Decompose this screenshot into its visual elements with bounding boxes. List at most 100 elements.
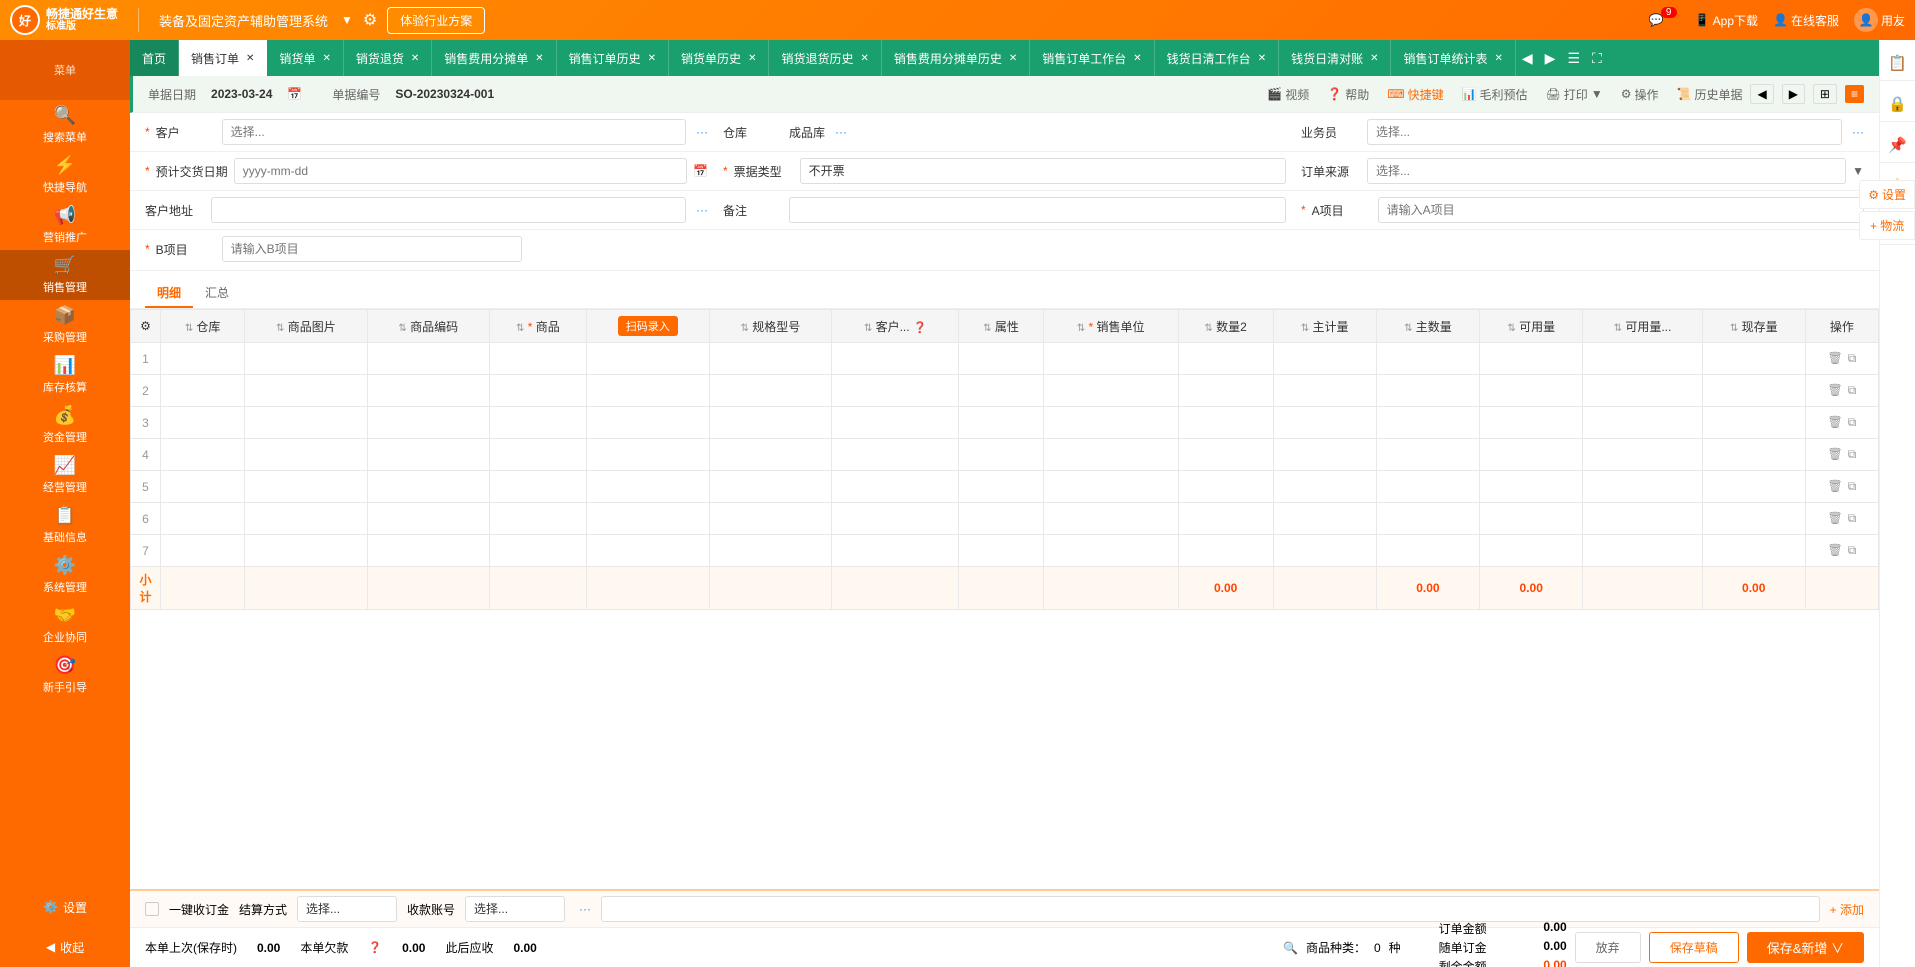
table-cell[interactable] [1376,439,1479,471]
table-cell[interactable] [1583,343,1702,375]
row-copy-btn[interactable]: ⧉ [1848,543,1857,557]
tab-prev-btn[interactable]: ◀ [1516,50,1539,67]
table-cell[interactable] [832,471,959,503]
row-delete-btn[interactable]: 🗑 [1828,543,1843,557]
table-cell[interactable] [959,471,1043,503]
sidebar-settings-btn[interactable]: ⚙️ 设置 [0,887,130,927]
table-cell[interactable] [1178,535,1273,567]
table-cell[interactable] [586,439,709,471]
table-cell[interactable] [1043,471,1178,503]
row-copy-btn[interactable]: ⧉ [1848,479,1857,493]
tab-detail[interactable]: 明细 [145,279,193,308]
table-cell[interactable] [1178,375,1273,407]
tab-cash-workbench-close[interactable]: ✕ [1258,53,1266,64]
table-cell[interactable] [489,535,586,567]
table-cell[interactable] [832,375,959,407]
table-cell[interactable] [1273,375,1376,407]
right-panel-btn-1[interactable]: 📋 [1880,45,1915,81]
tab-cash-reconcile[interactable]: 钱货日清对账 ✕ [1279,40,1391,76]
table-cell[interactable] [1043,375,1178,407]
table-cell[interactable] [586,503,709,535]
table-cell[interactable] [832,535,959,567]
sidebar-collapse-btn[interactable]: ◀ 收起 [0,927,130,967]
table-cell[interactable] [1702,471,1805,503]
tab-summary[interactable]: 汇总 [193,279,241,308]
row-copy-btn[interactable]: ⧉ [1848,351,1857,365]
row-copy-btn[interactable]: ⧉ [1848,511,1857,525]
table-cell[interactable] [1583,503,1702,535]
row-copy-btn[interactable]: ⧉ [1848,447,1857,461]
tab-order-workbench[interactable]: 销售订单工作台 ✕ [1030,40,1154,76]
table-row[interactable]: 1🗑⧉ [131,343,1879,375]
table-cell[interactable] [1376,407,1479,439]
right-panel-btn-3[interactable]: 📌 [1880,127,1915,163]
table-cell[interactable] [586,471,709,503]
table-cell[interactable] [245,535,367,567]
a-project-input[interactable] [1378,197,1864,223]
table-cell[interactable] [1043,439,1178,471]
table-cell[interactable] [959,439,1043,471]
table-cell[interactable] [1702,375,1805,407]
table-cell[interactable] [1480,375,1583,407]
table-row[interactable]: 2🗑⧉ [131,375,1879,407]
ticket-select[interactable]: 不开票 [800,158,1286,184]
tab-stats-close[interactable]: ✕ [1495,53,1503,64]
table-cell[interactable] [367,535,489,567]
logistics-btn[interactable]: + 物流 [1859,211,1879,240]
table-cell[interactable] [367,375,489,407]
table-cell[interactable] [1480,343,1583,375]
row-copy-btn[interactable]: ⧉ [1848,383,1857,397]
tab-return-history-close[interactable]: ✕ [860,53,868,64]
sidebar-item-sales[interactable]: 🛒 销售管理 [0,250,130,300]
table-cell[interactable] [586,535,709,567]
table-cell[interactable] [245,439,367,471]
table-cell[interactable] [1583,375,1702,407]
one-click-checkbox[interactable] [145,902,159,916]
dropdown-icon[interactable]: ▼ [341,13,353,27]
table-cell[interactable] [489,343,586,375]
sidebar-item-collab[interactable]: 🤝 企业协同 [0,600,130,650]
table-row[interactable]: 7🗑⧉ [131,535,1879,567]
tab-goods-history[interactable]: 销货单历史 ✕ [669,40,769,76]
save-draft-btn[interactable]: 保存草稿 [1649,932,1739,963]
history-btn[interactable]: 📜 历史单据 [1676,86,1742,103]
operation-btn[interactable]: ⚙ 操作 [1621,86,1659,103]
tab-menu-btn[interactable]: ☰ [1561,50,1586,67]
sidebar-item-management[interactable]: 📈 经营管理 [0,450,130,500]
table-cell[interactable] [959,407,1043,439]
sidebar-item-system[interactable]: ⚙️ 系统管理 [0,550,130,600]
tab-sales-return[interactable]: 销货退货 ✕ [344,40,432,76]
table-row[interactable]: 3🗑⧉ [131,407,1879,439]
print-btn[interactable]: 🖨 打印 ▼ [1546,86,1603,103]
table-cell[interactable] [245,343,367,375]
table-cell[interactable] [489,503,586,535]
table-cell[interactable] [1702,343,1805,375]
profit-btn[interactable]: 📊 毛利预估 [1462,86,1528,103]
table-cell[interactable] [161,407,245,439]
table-cell[interactable] [709,535,831,567]
row-delete-btn[interactable]: 🗑 [1828,383,1843,397]
calendar-delivery-icon[interactable]: 📅 [693,164,708,178]
tab-home[interactable]: 首页 [130,40,179,76]
table-cell[interactable] [586,343,709,375]
next-record-btn[interactable]: ▶ [1782,84,1805,104]
b-project-input[interactable] [222,236,522,262]
table-cell[interactable] [489,375,586,407]
sidebar-item-finance[interactable]: 💰 资金管理 [0,400,130,450]
tab-expense-history-close[interactable]: ✕ [1009,53,1017,64]
scan-btn[interactable]: 扫码录入 [618,316,678,336]
table-cell[interactable] [161,439,245,471]
table-cell[interactable] [1273,407,1376,439]
amount-input[interactable]: 0.00 [601,896,1820,922]
staff-input[interactable] [1367,119,1842,145]
table-cell[interactable] [832,439,959,471]
warehouse-more-btn[interactable]: ··· [835,125,847,139]
tab-sales-goods-close[interactable]: ✕ [322,53,330,64]
table-cell[interactable] [1376,375,1479,407]
table-cell[interactable] [1480,471,1583,503]
prev-record-btn[interactable]: ◀ [1750,84,1773,104]
table-row[interactable]: 6🗑⧉ [131,503,1879,535]
tab-sales-order[interactable]: 销售订单 ✕ [179,40,267,76]
table-cell[interactable] [1273,471,1376,503]
tab-stats[interactable]: 销售订单统计表 ✕ [1391,40,1515,76]
